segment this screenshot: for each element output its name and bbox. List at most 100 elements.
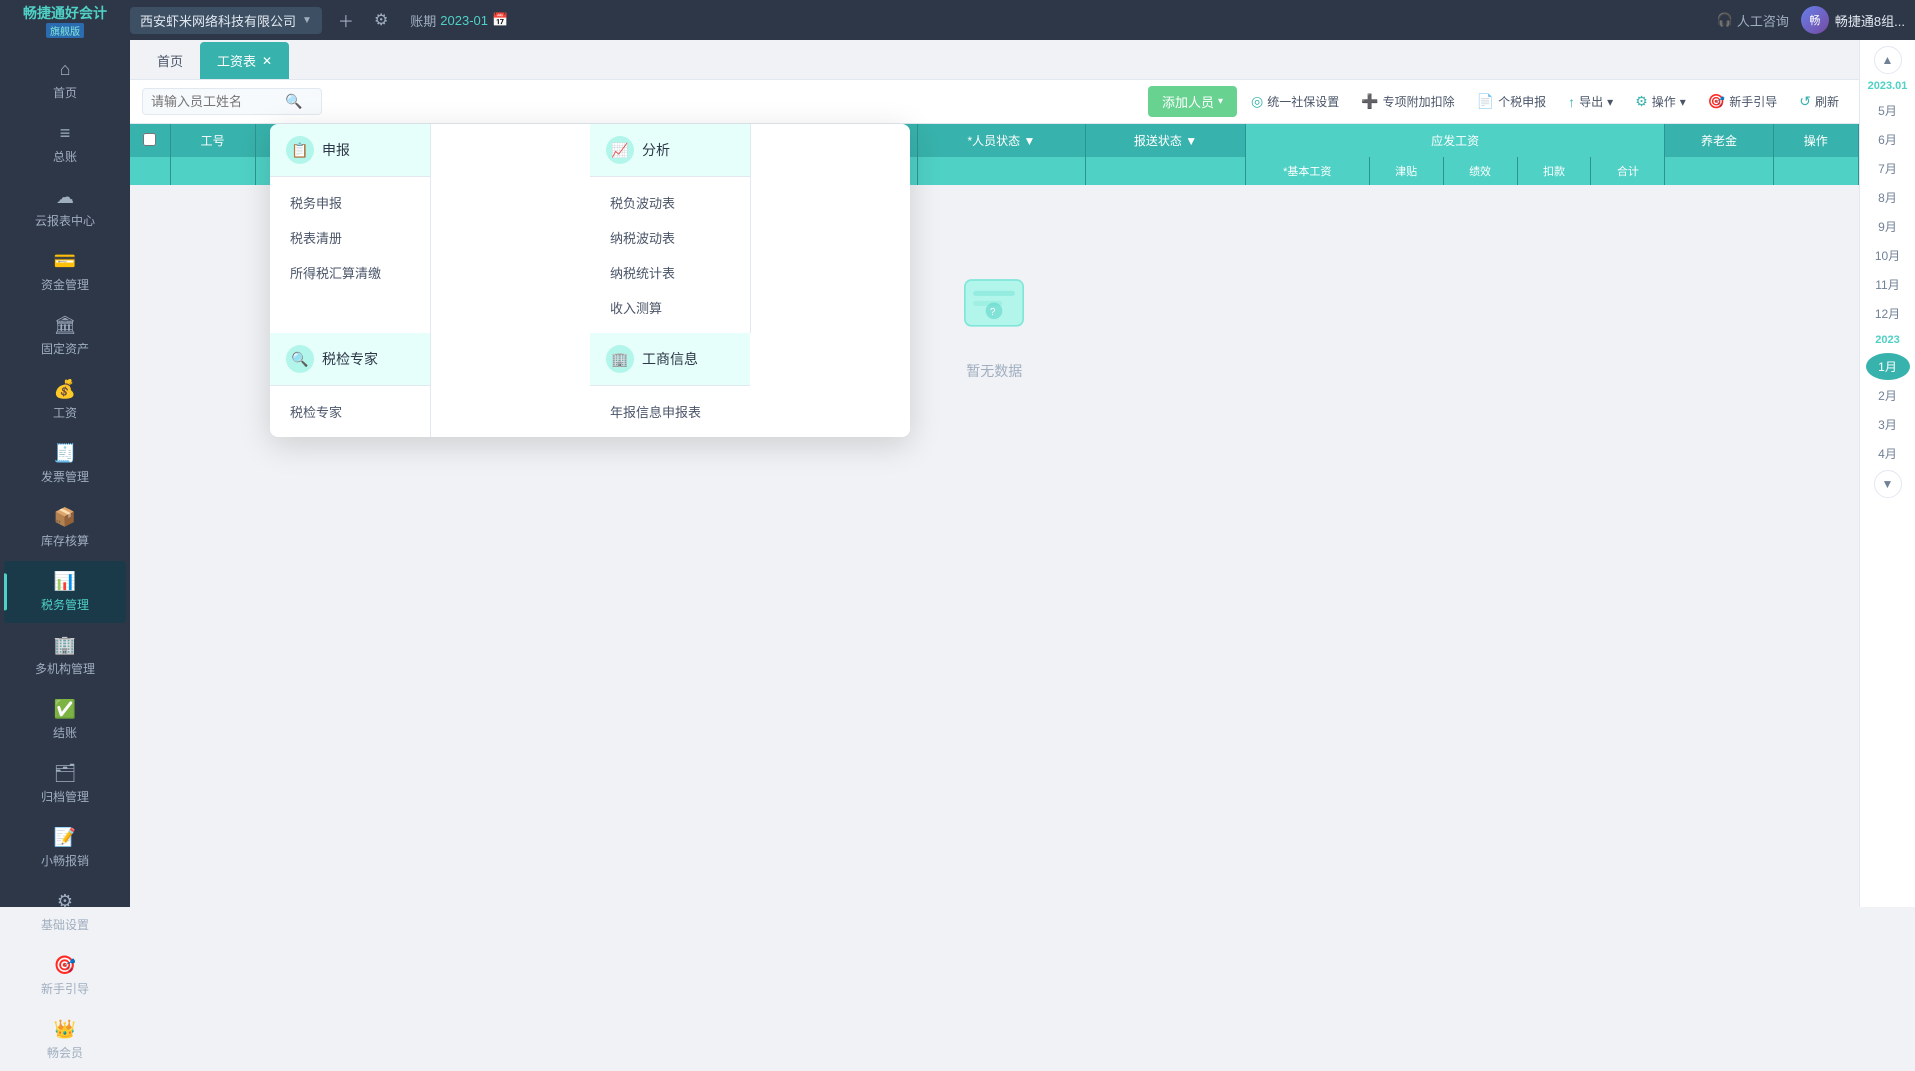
tab-home[interactable]: 首页	[140, 42, 200, 79]
menu-item-annual-report[interactable]: 年报信息申报表	[590, 394, 750, 429]
add-person-button[interactable]: 添加人员 ▾	[1148, 86, 1237, 117]
dropdown-col-business: 🏢 工商信息 年报信息申报表	[590, 333, 750, 437]
month-2[interactable]: 2月	[1866, 382, 1910, 409]
business-icon: 🏢	[606, 345, 634, 373]
sidebar-item-invoice[interactable]: 🧾 发票管理	[4, 433, 126, 495]
month-3[interactable]: 3月	[1866, 411, 1910, 438]
month-1-active[interactable]: 1月	[1866, 353, 1910, 380]
special-icon: ➕	[1361, 93, 1378, 110]
sidebar: ⌂ 首页 ≡ 总账 ☁ 云报表中心 💳 资金管理 🏛 固定资产 💰 工资 🧾 发…	[0, 40, 130, 907]
tax-return-icon: 📄	[1477, 93, 1494, 110]
guide-button[interactable]: 🎯 新手引导	[1700, 89, 1785, 114]
th-status[interactable]: *人员状态 ▼	[917, 124, 1086, 157]
declaration-label: 申报	[322, 140, 350, 160]
social-insurance-button[interactable]: ◎ 统一社保设置	[1243, 89, 1347, 114]
inventory-icon: 📦	[54, 507, 76, 528]
month-12[interactable]: 12月	[1866, 300, 1910, 327]
sidebar-item-asset[interactable]: 🏛 固定资产	[4, 305, 126, 367]
add-company-btn[interactable]: ＋	[332, 6, 360, 34]
sidebar-item-inventory[interactable]: 📦 库存核算	[4, 497, 126, 559]
operate-button[interactable]: ⚙ 操作 ▾	[1627, 89, 1694, 114]
month-8[interactable]: 8月	[1866, 184, 1910, 211]
menu-item-tax-burden[interactable]: 税负波动表	[590, 185, 750, 220]
sidebar-item-ledger[interactable]: ≡ 总账	[4, 113, 126, 175]
export-icon: ↑	[1568, 94, 1575, 110]
sidebar-item-settle[interactable]: ✅ 结账	[4, 689, 126, 751]
sidebar-label-ledger: 总账	[53, 148, 77, 165]
user-info[interactable]: 畅 畅捷通8组...	[1801, 6, 1905, 34]
salary-icon: 💰	[54, 379, 76, 400]
tab-salary-table[interactable]: 工资表 ✕	[200, 42, 289, 79]
operate-icon: ⚙	[1635, 93, 1648, 110]
panel-scroll-down[interactable]: ▼	[1874, 470, 1902, 498]
content-area: 首页 工资表 ✕ 🔍 添加人员 ▾ ◎ 统一社保设置 ➕ 专	[130, 40, 1859, 907]
search-input[interactable]	[151, 94, 281, 109]
sidebar-item-settings[interactable]: ⚙ 基础设置	[4, 881, 126, 943]
company-arrow-icon: ▼	[302, 15, 312, 26]
month-10[interactable]: 10月	[1866, 242, 1910, 269]
sidebar-label-archive: 归档管理	[41, 788, 89, 805]
period-calendar-icon[interactable]: 📅	[492, 12, 508, 28]
settings-icon[interactable]: ⚙	[368, 8, 394, 32]
support-button[interactable]: 🎧 人工咨询	[1717, 11, 1789, 30]
headset-icon: 🎧	[1717, 12, 1733, 28]
sidebar-item-home[interactable]: ⌂ 首页	[4, 49, 126, 111]
sidebar-item-multi[interactable]: 🏢 多机构管理	[4, 625, 126, 687]
checkbox-header[interactable]	[130, 124, 170, 157]
month-6[interactable]: 6月	[1866, 126, 1910, 153]
archive-icon: 🗂	[54, 763, 77, 784]
sidebar-item-guide[interactable]: 🎯 新手引导	[4, 945, 126, 1007]
dropdown-col-analysis: 📈 分析 税负波动表 纳税波动表 纳税统计表 收入测算	[590, 124, 750, 333]
sidebar-item-report[interactable]: 📝 小畅报销	[4, 817, 126, 879]
th-sub-submit	[1086, 157, 1246, 185]
menu-item-tax-stats[interactable]: 纳税统计表	[590, 255, 750, 290]
top-header: 畅捷通好会计 旗舰版 西安虾米网络科技有限公司 ▼ ＋ ⚙ 账期 2023-01…	[0, 0, 1915, 40]
th-sub-empno	[170, 157, 255, 185]
tab-close-icon[interactable]: ✕	[262, 54, 272, 68]
menu-item-tax-table[interactable]: 税表清册	[270, 220, 430, 255]
panel-scroll-up[interactable]: ▲	[1874, 46, 1902, 74]
menu-item-tax-wave[interactable]: 纳税波动表	[590, 220, 750, 255]
settings-nav-icon: ⚙	[57, 891, 73, 912]
sidebar-label-cloud: 云报表中心	[35, 212, 95, 229]
menu-item-income-calc[interactable]: 收入测算	[590, 290, 750, 325]
special-label: 专项附加扣除	[1383, 93, 1455, 110]
tax-return-label: 个税申报	[1498, 93, 1546, 110]
month-5[interactable]: 5月	[1866, 97, 1910, 124]
special-deduction-button[interactable]: ➕ 专项附加扣除	[1353, 89, 1462, 114]
th-sub-pension	[1665, 157, 1773, 185]
app-logo: 畅捷通好会计 旗舰版	[10, 3, 120, 38]
sidebar-label-report: 小畅报销	[41, 852, 89, 869]
sidebar-item-tax[interactable]: 📊 税务管理	[4, 561, 126, 623]
dropdown-body-analysis: 税负波动表 纳税波动表 纳税统计表 收入测算	[590, 177, 750, 333]
empty-illustration: ?	[944, 265, 1044, 345]
month-9[interactable]: 9月	[1866, 213, 1910, 240]
tax-return-button[interactable]: 📄 个税申报	[1469, 89, 1554, 114]
month-7[interactable]: 7月	[1866, 155, 1910, 182]
menu-item-tax-settle[interactable]: 所得税汇算清缴	[270, 255, 430, 290]
declaration-icon: 📋	[286, 136, 314, 164]
company-selector[interactable]: 西安虾米网络科技有限公司 ▼	[130, 7, 322, 34]
sidebar-item-salary[interactable]: 💰 工资	[4, 369, 126, 431]
menu-item-tax-declaration[interactable]: 税务申报	[270, 185, 430, 220]
export-button[interactable]: ↑ 导出 ▾	[1560, 89, 1621, 114]
th-total: 合计	[1591, 157, 1665, 185]
avatar: 畅	[1801, 6, 1829, 34]
month-4[interactable]: 4月	[1866, 440, 1910, 467]
company-name: 西安虾米网络科技有限公司	[140, 11, 296, 30]
menu-item-expert[interactable]: 税检专家	[270, 394, 430, 429]
refresh-button[interactable]: ↺ 刷新	[1791, 89, 1847, 114]
th-submit-status[interactable]: 报送状态 ▼	[1086, 124, 1246, 157]
select-all-checkbox[interactable]	[143, 133, 156, 146]
report-icon: 📝	[54, 827, 76, 848]
add-person-label: 添加人员	[1162, 92, 1214, 111]
sidebar-item-fund[interactable]: 💳 资金管理	[4, 241, 126, 303]
sidebar-item-cloud[interactable]: ☁ 云报表中心	[4, 177, 126, 239]
sidebar-item-member[interactable]: 👑 畅会员	[4, 1009, 126, 1071]
main-layout: ⌂ 首页 ≡ 总账 ☁ 云报表中心 💳 资金管理 🏛 固定资产 💰 工资 🧾 发…	[0, 40, 1915, 907]
month-11[interactable]: 11月	[1866, 271, 1910, 298]
sidebar-item-archive[interactable]: 🗂 归档管理	[4, 753, 126, 815]
dropdown-grid: 📋 申报 税务申报 税表清册 所得税汇算清缴 📈 分析	[270, 124, 910, 437]
tax-icon: 📊	[54, 571, 76, 592]
th-empno: 工号	[170, 124, 255, 157]
